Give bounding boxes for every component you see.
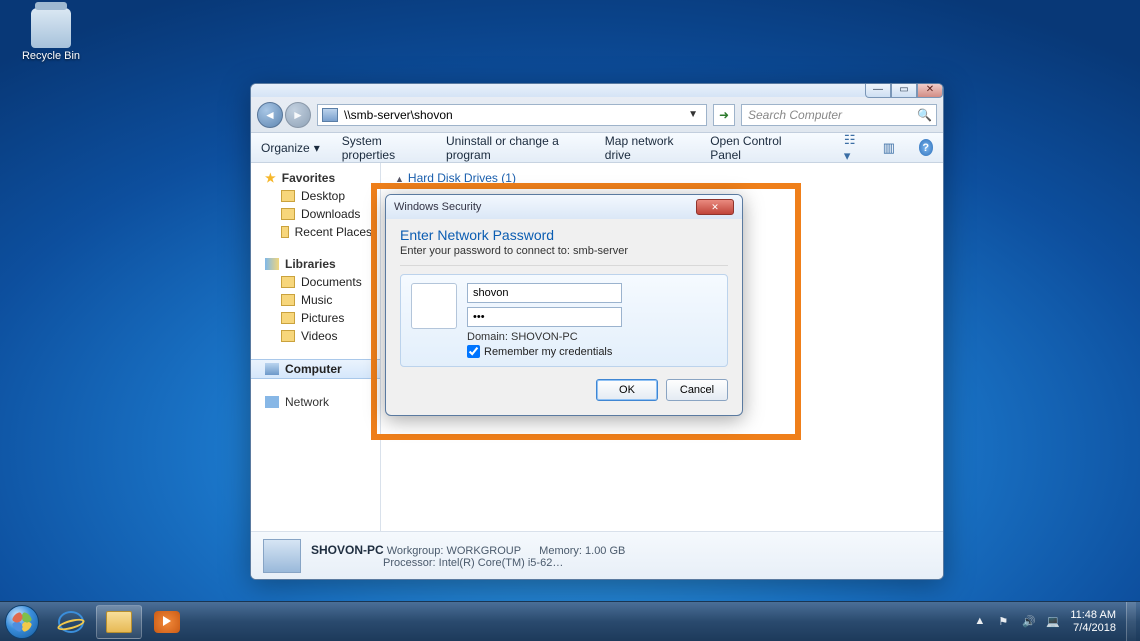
libraries-header[interactable]: Libraries (251, 255, 380, 273)
ie-icon (58, 611, 84, 633)
dialog-title: Windows Security (394, 201, 481, 213)
close-button[interactable]: ✕ (917, 83, 943, 98)
recycle-bin-icon[interactable]: Recycle Bin (18, 8, 84, 62)
processor-label: Processor: (383, 557, 436, 569)
tray-time: 11:48 AM (1070, 609, 1116, 622)
window-titlebar[interactable]: — ▭ ✕ (251, 84, 943, 97)
workgroup-value: WORKGROUP (446, 545, 520, 557)
taskbar-ie[interactable] (48, 605, 94, 639)
bin-icon (31, 8, 71, 48)
recycle-bin-label: Recycle Bin (18, 50, 84, 62)
organize-button[interactable]: Organize ▾ (261, 141, 320, 155)
folder-icon (281, 226, 289, 238)
dialog-titlebar[interactable]: Windows Security ✕ (386, 195, 742, 219)
start-button[interactable] (0, 602, 44, 641)
tray-clock[interactable]: 11:48 AM 7/4/2018 (1070, 609, 1116, 634)
processor-value: Intel(R) Core(TM) i5-62… (439, 557, 564, 569)
address-bar[interactable]: \\smb-server\shovon ▼ (317, 104, 707, 126)
help-button[interactable]: ? (919, 139, 933, 156)
picture-icon (281, 312, 295, 324)
windows-orb-icon (5, 605, 39, 639)
show-desktop-button[interactable] (1126, 602, 1136, 641)
map-drive-button[interactable]: Map network drive (605, 134, 688, 162)
maximize-button[interactable]: ▭ (891, 83, 917, 98)
uninstall-button[interactable]: Uninstall or change a program (446, 134, 583, 162)
chevron-down-icon: ▾ (314, 141, 320, 155)
password-field[interactable] (467, 307, 622, 327)
control-panel-button[interactable]: Open Control Panel (710, 134, 800, 162)
dialog-heading: Enter Network Password (400, 227, 728, 243)
dialog-close-button[interactable]: ✕ (696, 199, 734, 215)
nav-sidebar: ★Favorites Desktop Downloads Recent Plac… (251, 163, 381, 531)
computer-thumb-icon (263, 539, 301, 573)
sidebar-item-recent[interactable]: Recent Places (251, 223, 380, 241)
sidebar-item-downloads[interactable]: Downloads (251, 205, 380, 223)
explorer-toolbar: Organize ▾ System properties Uninstall o… (251, 133, 943, 163)
computer-icon (322, 108, 338, 122)
details-pane: SHOVON-PC Workgroup: WORKGROUP Memory: 1… (251, 531, 943, 579)
folder-icon (281, 190, 295, 202)
remember-checkbox[interactable] (467, 345, 480, 358)
user-avatar-icon (411, 283, 457, 329)
sidebar-item-network[interactable]: Network (251, 393, 380, 411)
forward-button[interactable]: ► (285, 102, 311, 128)
tray-chevron-icon[interactable]: ▲ (974, 615, 988, 629)
taskbar-explorer[interactable] (96, 605, 142, 639)
system-properties-button[interactable]: System properties (342, 134, 424, 162)
credential-box: Domain: SHOVON-PC Remember my credential… (400, 274, 728, 367)
desktop: Recycle Bin — ▭ ✕ ◄ ► \\smb-server\shovo… (0, 0, 1140, 641)
library-icon (265, 258, 279, 270)
refresh-button[interactable]: ➜ (713, 104, 735, 126)
remember-checkbox-label[interactable]: Remember my credentials (467, 345, 717, 358)
folder-icon (106, 611, 132, 633)
sidebar-item-videos[interactable]: Videos (251, 327, 380, 345)
details-name: SHOVON-PC (311, 543, 384, 557)
view-mode-button[interactable]: ☷ ▾ (844, 139, 859, 157)
sidebar-item-pictures[interactable]: Pictures (251, 309, 380, 327)
preview-pane-button[interactable]: ▥ (881, 139, 896, 157)
sidebar-item-desktop[interactable]: Desktop (251, 187, 380, 205)
network-tray-icon[interactable]: 💻 (1046, 615, 1060, 629)
action-center-icon[interactable]: ⚑ (998, 615, 1012, 629)
video-icon (281, 330, 295, 342)
address-bar-row: ◄ ► \\smb-server\shovon ▼ ➜ Search Compu… (251, 97, 943, 133)
ok-button[interactable]: OK (596, 379, 658, 401)
minimize-button[interactable]: — (865, 83, 891, 98)
search-input[interactable]: Search Computer 🔍 (741, 104, 937, 126)
computer-icon (265, 363, 279, 375)
taskbar-wmp[interactable] (144, 605, 190, 639)
music-icon (281, 294, 295, 306)
dialog-subtitle: Enter your password to connect to: smb-s… (400, 245, 728, 257)
username-field[interactable] (467, 283, 622, 303)
media-player-icon (154, 611, 180, 633)
address-text: \\smb-server\shovon (344, 108, 453, 122)
volume-icon[interactable]: 🔊 (1022, 615, 1036, 629)
star-icon: ★ (265, 171, 276, 185)
cancel-button[interactable]: Cancel (666, 379, 728, 401)
security-dialog: Windows Security ✕ Enter Network Passwor… (385, 194, 743, 416)
sidebar-item-computer[interactable]: Computer (251, 359, 380, 379)
document-icon (281, 276, 295, 288)
system-tray: ▲ ⚑ 🔊 💻 11:48 AM 7/4/2018 (974, 602, 1140, 641)
workgroup-label: Workgroup: (387, 545, 444, 557)
memory-label: Memory: (539, 545, 582, 557)
taskbar: ▲ ⚑ 🔊 💻 11:48 AM 7/4/2018 (0, 601, 1140, 641)
search-icon: 🔍 (917, 108, 932, 122)
back-button[interactable]: ◄ (257, 102, 283, 128)
folder-icon (281, 208, 295, 220)
search-placeholder: Search Computer (748, 108, 842, 122)
address-dropdown-icon[interactable]: ▼ (684, 109, 702, 120)
sidebar-item-documents[interactable]: Documents (251, 273, 380, 291)
tray-date: 7/4/2018 (1070, 622, 1116, 635)
network-icon (265, 396, 279, 408)
sidebar-item-music[interactable]: Music (251, 291, 380, 309)
favorites-header[interactable]: ★Favorites (251, 169, 380, 187)
domain-label: Domain: SHOVON-PC (467, 331, 717, 343)
memory-value: 1.00 GB (585, 545, 625, 557)
